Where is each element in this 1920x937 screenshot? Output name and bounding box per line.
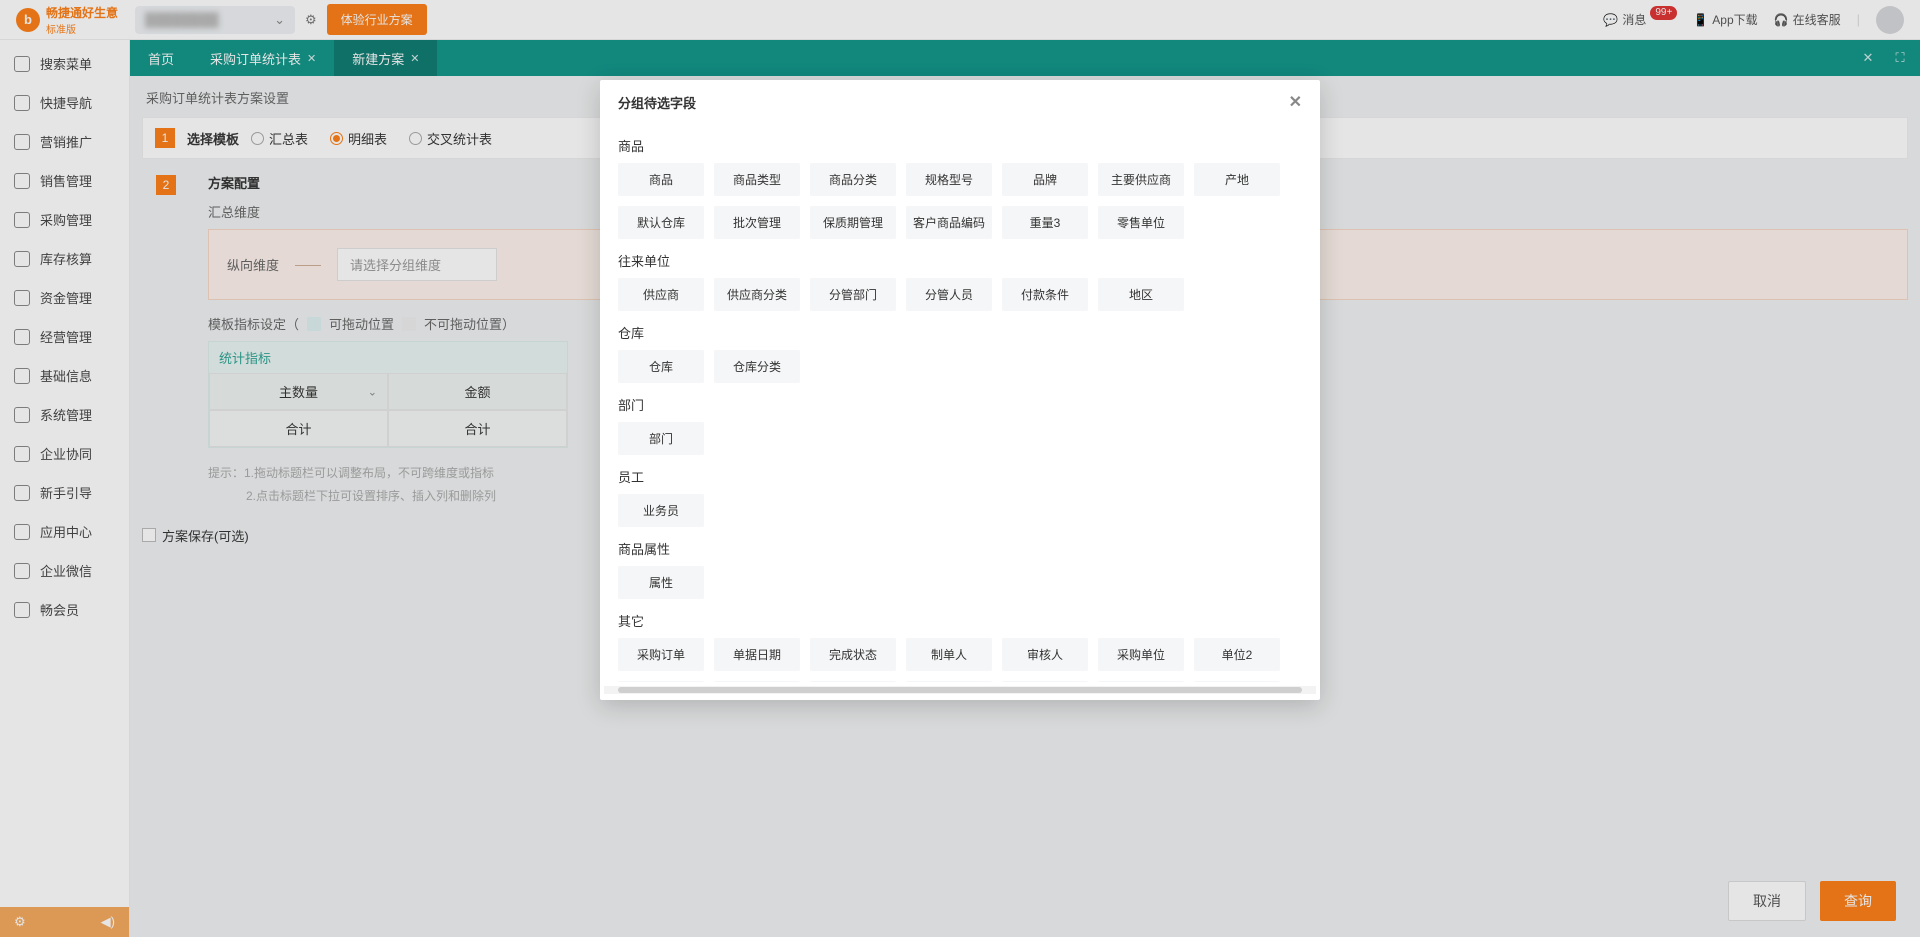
field-option[interactable]: 采购订单 (618, 638, 704, 671)
field-option[interactable]: 属性 (618, 566, 704, 599)
field-option[interactable]: 审核人 (1002, 638, 1088, 671)
field-group: 员工业务员 (618, 467, 1302, 527)
field-option[interactable]: 销售订单 (1098, 681, 1184, 682)
field-option[interactable]: 主要供应商 (1098, 163, 1184, 196)
field-group-title: 商品属性 (618, 539, 1302, 558)
field-group: 部门部门 (618, 395, 1302, 455)
field-option[interactable]: 重量3 (1002, 206, 1088, 239)
field-option[interactable]: 规格型号 (906, 163, 992, 196)
field-option[interactable]: 品牌 (1002, 163, 1088, 196)
field-option[interactable]: 价格类型 (810, 681, 896, 682)
field-option[interactable]: 产地 (1194, 163, 1280, 196)
field-option[interactable]: 供应商 (618, 278, 704, 311)
field-option[interactable]: 零售单位 (1098, 206, 1184, 239)
modal-title: 分组待选字段 (618, 93, 696, 112)
field-option[interactable]: 主计量 (618, 681, 704, 682)
field-option[interactable]: 预计到货日期 (906, 681, 992, 682)
field-option[interactable]: 默认仓库 (618, 206, 704, 239)
field-option[interactable]: 批号 (714, 681, 800, 682)
field-option[interactable]: 商品 (618, 163, 704, 196)
field-option[interactable]: 单位2 (1194, 638, 1280, 671)
field-option[interactable]: 商品类型 (714, 163, 800, 196)
modal-backdrop: 分组待选字段 ✕ 商品商品商品类型商品分类规格型号品牌主要供应商产地默认仓库批次… (0, 0, 1920, 937)
field-group: 其它采购订单单据日期完成状态制单人审核人采购单位单位2 主计量 批号 价格类型 预计到货… (618, 611, 1302, 682)
field-group-title: 往来单位 (618, 251, 1302, 270)
field-option[interactable]: 单据日期 (714, 638, 800, 671)
field-option[interactable]: 赠品 (1002, 681, 1088, 682)
field-option[interactable]: 销售订单（明细） (1194, 681, 1280, 682)
field-option[interactable]: 仓库分类 (714, 350, 800, 383)
field-group-title: 员工 (618, 467, 1302, 486)
field-option[interactable]: 批次管理 (714, 206, 800, 239)
field-selector-modal: 分组待选字段 ✕ 商品商品商品类型商品分类规格型号品牌主要供应商产地默认仓库批次… (600, 80, 1320, 700)
field-option[interactable]: 保质期管理 (810, 206, 896, 239)
horizontal-scrollbar[interactable] (604, 686, 1316, 694)
field-option[interactable]: 完成状态 (810, 638, 896, 671)
field-group: 商品商品商品类型商品分类规格型号品牌主要供应商产地默认仓库批次管理保质期管理客户… (618, 136, 1302, 239)
field-option[interactable]: 采购单位 (1098, 638, 1184, 671)
field-option[interactable]: 地区 (1098, 278, 1184, 311)
field-option[interactable]: 制单人 (906, 638, 992, 671)
field-group-title: 部门 (618, 395, 1302, 414)
field-group-title: 商品 (618, 136, 1302, 155)
field-group: 往来单位供应商供应商分类分管部门分管人员付款条件地区 (618, 251, 1302, 311)
field-option[interactable]: 客户商品编码 (906, 206, 992, 239)
close-icon[interactable]: ✕ (1289, 92, 1302, 112)
field-group: 仓库仓库仓库分类 (618, 323, 1302, 383)
field-option[interactable]: 业务员 (618, 494, 704, 527)
field-option[interactable]: 分管人员 (906, 278, 992, 311)
field-group-title: 其它 (618, 611, 1302, 630)
field-group-title: 仓库 (618, 323, 1302, 342)
field-option[interactable]: 仓库 (618, 350, 704, 383)
field-option[interactable]: 供应商分类 (714, 278, 800, 311)
field-group: 商品属性属性 (618, 539, 1302, 599)
field-option[interactable]: 商品分类 (810, 163, 896, 196)
field-option[interactable]: 部门 (618, 422, 704, 455)
field-option[interactable]: 付款条件 (1002, 278, 1088, 311)
modal-header: 分组待选字段 ✕ (600, 80, 1320, 124)
field-option[interactable]: 分管部门 (810, 278, 896, 311)
